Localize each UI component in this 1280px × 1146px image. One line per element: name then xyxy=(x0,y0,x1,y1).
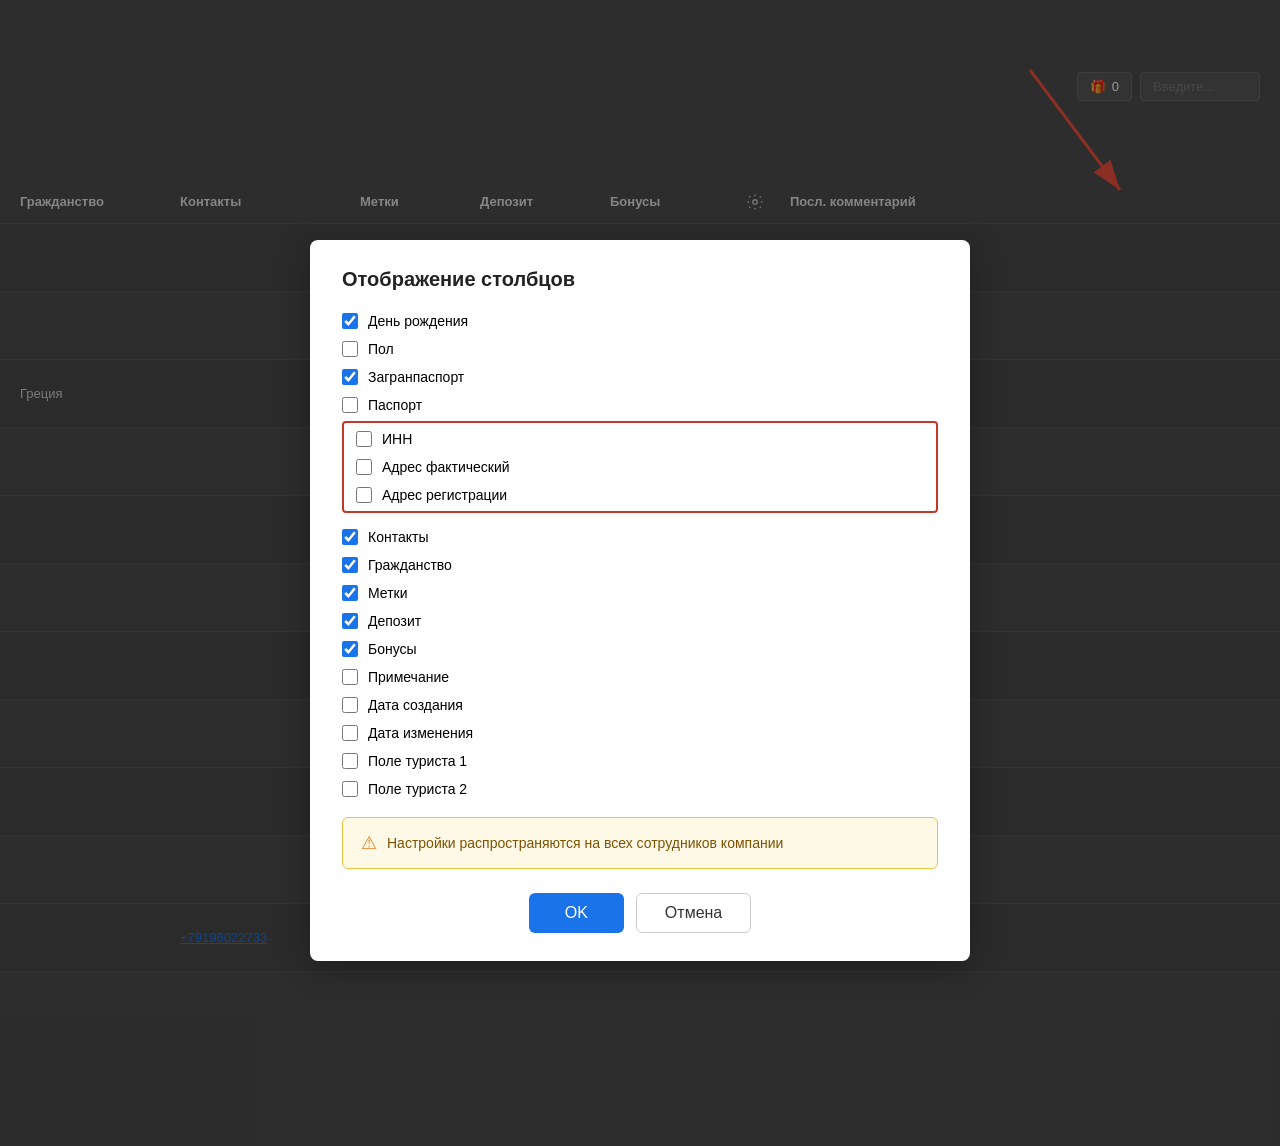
checkbox-label-address-reg: Адрес регистрации xyxy=(382,487,507,503)
checkbox-address-actual[interactable] xyxy=(356,459,372,475)
checkbox-date-modified[interactable] xyxy=(342,725,358,741)
checkbox-marks[interactable] xyxy=(342,585,358,601)
checkbox-note[interactable] xyxy=(342,669,358,685)
checkbox-label-date-created: Дата создания xyxy=(368,697,463,713)
checkbox-bonuses[interactable] xyxy=(342,641,358,657)
column-display-modal: Отображение столбцов День рождения Пол З… xyxy=(310,240,970,961)
checkbox-item-date-created[interactable]: Дата создания xyxy=(342,697,938,713)
checkbox-item-tourist-field-2[interactable]: Поле туриста 2 xyxy=(342,781,938,797)
checkbox-item-citizenship[interactable]: Гражданство xyxy=(342,557,938,573)
checkbox-label-tourist-field-1: Поле туриста 1 xyxy=(368,753,467,769)
checkbox-label-birthday: День рождения xyxy=(368,313,468,329)
checkbox-label-deposit: Депозит xyxy=(368,613,421,629)
checkbox-gender[interactable] xyxy=(342,341,358,357)
checkbox-label-passport-foreign: Загранпаспорт xyxy=(368,369,464,385)
checkbox-label-passport: Паспорт xyxy=(368,397,422,413)
checkbox-birthday[interactable] xyxy=(342,313,358,329)
checkbox-item-address-reg[interactable]: Адрес регистрации xyxy=(356,487,924,503)
checkbox-label-contacts: Контакты xyxy=(368,529,428,545)
warning-box: ⚠ Настройки распространяются на всех сот… xyxy=(342,817,938,869)
warning-icon: ⚠ xyxy=(361,832,377,854)
checkbox-item-note[interactable]: Примечание xyxy=(342,669,938,685)
checkbox-label-date-modified: Дата изменения xyxy=(368,725,473,741)
checkbox-date-created[interactable] xyxy=(342,697,358,713)
checkbox-passport[interactable] xyxy=(342,397,358,413)
checkbox-list: День рождения Пол Загранпаспорт Паспорт xyxy=(342,313,938,797)
cancel-button[interactable]: Отмена xyxy=(636,893,751,933)
checkbox-contacts[interactable] xyxy=(342,529,358,545)
checkbox-tourist-field-2[interactable] xyxy=(342,781,358,797)
checkbox-label-inn: ИНН xyxy=(382,431,412,447)
checkbox-item-inn[interactable]: ИНН xyxy=(356,431,924,447)
checkbox-item-deposit[interactable]: Депозит xyxy=(342,613,938,629)
checkbox-citizenship[interactable] xyxy=(342,557,358,573)
checkbox-item-gender[interactable]: Пол xyxy=(342,341,938,357)
checkbox-address-reg[interactable] xyxy=(356,487,372,503)
checkbox-item-date-modified[interactable]: Дата изменения xyxy=(342,725,938,741)
checkbox-tourist-field-1[interactable] xyxy=(342,753,358,769)
checkbox-label-gender: Пол xyxy=(368,341,394,357)
checkbox-item-tourist-field-1[interactable]: Поле туриста 1 xyxy=(342,753,938,769)
checkbox-item-passport[interactable]: Паспорт xyxy=(342,397,938,413)
checkbox-item-address-actual[interactable]: Адрес фактический xyxy=(356,459,924,475)
ok-button[interactable]: OK xyxy=(529,893,624,933)
modal-title: Отображение столбцов xyxy=(342,268,938,291)
checkbox-item-birthday[interactable]: День рождения xyxy=(342,313,938,329)
checkbox-item-bonuses[interactable]: Бонусы xyxy=(342,641,938,657)
checkbox-label-marks: Метки xyxy=(368,585,408,601)
highlighted-group: ИНН Адрес фактический Адрес регистрации xyxy=(342,421,938,513)
checkbox-item-marks[interactable]: Метки xyxy=(342,585,938,601)
checkbox-passport-foreign[interactable] xyxy=(342,369,358,385)
checkbox-label-address-actual: Адрес фактический xyxy=(382,459,510,475)
checkbox-item-passport-foreign[interactable]: Загранпаспорт xyxy=(342,369,938,385)
checkbox-inn[interactable] xyxy=(356,431,372,447)
checkbox-label-note: Примечание xyxy=(368,669,449,685)
checkbox-item-contacts[interactable]: Контакты xyxy=(342,529,938,545)
modal-footer: OK Отмена xyxy=(342,893,938,933)
checkbox-label-bonuses: Бонусы xyxy=(368,641,417,657)
modal-overlay: Отображение столбцов День рождения Пол З… xyxy=(0,0,1280,1146)
checkbox-label-citizenship: Гражданство xyxy=(368,557,452,573)
checkbox-label-tourist-field-2: Поле туриста 2 xyxy=(368,781,467,797)
warning-text: Настройки распространяются на всех сотру… xyxy=(387,835,783,851)
checkbox-deposit[interactable] xyxy=(342,613,358,629)
